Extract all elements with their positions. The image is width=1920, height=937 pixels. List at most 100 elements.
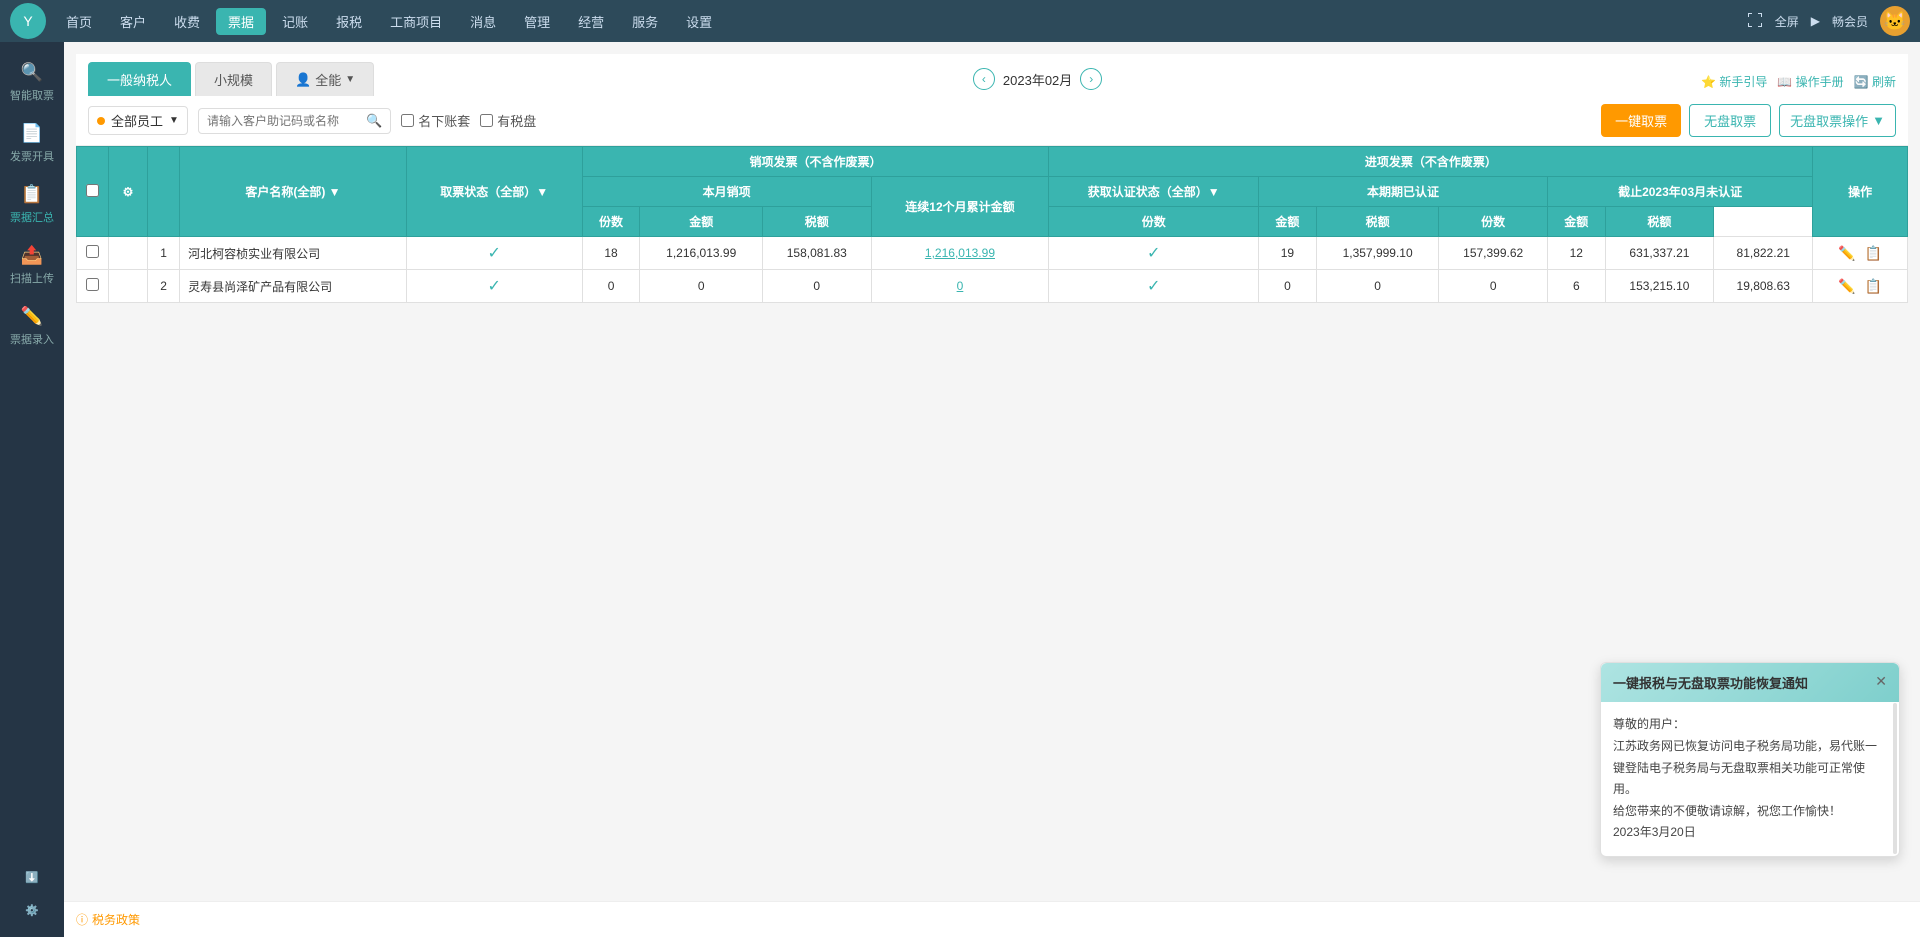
settings-icon: ⚙️ [25, 904, 39, 917]
th-sales-amount: 金额 [640, 207, 763, 237]
sidebar-item-label-invoice-entry: 票据录入 [10, 331, 54, 347]
filter-actions: 一键取票 无盘取票 无盘取票操作 ▼ [1601, 104, 1896, 137]
row-purchase-amount: 0 [1316, 270, 1439, 303]
notification-close-btn[interactable]: ✕ [1875, 673, 1887, 690]
one-key-ticket-btn[interactable]: 一键取票 [1601, 104, 1681, 137]
fullscreen-label: 全屏 [1775, 13, 1799, 30]
nav-tax[interactable]: 报税 [324, 8, 374, 35]
row-checkbox [77, 237, 109, 270]
sidebar-item-label-scan-upload: 扫描上传 [10, 270, 54, 286]
nav-message[interactable]: 消息 [458, 8, 508, 35]
row-cert-status: ✓ [1049, 237, 1259, 270]
notification-popup: 一键报税与无盘取票功能恢复通知 ✕ 尊敬的用户：江苏政务网已恢复访问电子税务局功… [1600, 662, 1900, 857]
chevron-down-icon: ▼ [345, 74, 355, 85]
row-cumulative12: 1,216,013.99 [871, 237, 1049, 270]
nav-fee[interactable]: 收费 [162, 8, 212, 35]
tab-small-scale[interactable]: 小规模 [195, 62, 272, 96]
month-next-btn[interactable]: › [1080, 68, 1102, 90]
tax-disk-checkbox-item: 有税盘 [480, 111, 536, 130]
nav-operation[interactable]: 经营 [566, 8, 616, 35]
nav-manage[interactable]: 管理 [512, 8, 562, 35]
sidebar-item-label-invoice-summary: 票据汇总 [10, 209, 54, 225]
info-icon: ⓘ [76, 911, 88, 928]
row-action: ✏️ 📋 [1813, 237, 1908, 270]
view-icon[interactable]: 📋 [1865, 278, 1882, 294]
tab-general-taxpayer[interactable]: 一般纳税人 [88, 62, 191, 96]
row-index: 1 [148, 237, 180, 270]
table-row: 1 河北柯容桢实业有限公司 ✓ 18 1,216,013.99 158,081.… [77, 237, 1908, 270]
account-checkbox-item: 名下账套 [401, 111, 470, 130]
notification-header: 一键报税与无盘取票功能恢复通知 ✕ [1601, 663, 1899, 702]
member-label[interactable]: 畅会员 [1832, 13, 1868, 30]
row-cert-status: ✓ [1049, 270, 1259, 303]
diskless-ticket-dropdown-btn[interactable]: 无盘取票操作 ▼ [1779, 104, 1896, 137]
row-select-checkbox[interactable] [86, 278, 99, 291]
row-action: ✏️ 📋 [1813, 270, 1908, 303]
edit-icon[interactable]: ✏️ [1838, 245, 1855, 261]
nav-home[interactable]: 首页 [54, 8, 104, 35]
sidebar-download[interactable]: ⬇️ [21, 861, 43, 894]
nav-settings[interactable]: 设置 [674, 8, 724, 35]
refresh-link[interactable]: 🔄 刷新 [1854, 73, 1896, 90]
sidebar-item-invoice-open[interactable]: 📄 发票开具 [0, 113, 64, 174]
tab-all-round-icon: 👤 [295, 72, 311, 88]
select-all-checkbox[interactable] [86, 184, 99, 197]
tax-disk-checkbox[interactable] [480, 114, 493, 127]
th-sales-group: 销项发票（不含作废票） [582, 147, 1049, 177]
month-prev-btn[interactable]: ‹ [973, 68, 995, 90]
tab-all-round[interactable]: 👤 全能 ▼ [276, 62, 374, 96]
row-uncert-tax: 19,808.63 [1714, 270, 1813, 303]
nav-business[interactable]: 工商项目 [378, 8, 454, 35]
th-checkbox [77, 147, 109, 237]
nav-service[interactable]: 服务 [620, 8, 670, 35]
row-uncert-tax: 81,822.21 [1714, 237, 1813, 270]
tax-policy-link[interactable]: ⓘ 税务政策 [76, 911, 140, 928]
smart-ticket-icon: 🔍 [21, 62, 43, 83]
edit-icon[interactable]: ✏️ [1838, 278, 1855, 294]
nav-bookkeeping[interactable]: 记账 [270, 8, 320, 35]
notification-body: 尊敬的用户：江苏政务网已恢复访问电子税务局功能，易代账一键登陆电子税务局与无盘取… [1601, 702, 1899, 856]
th-pickup-status[interactable]: 取票状态（全部）▼ [406, 147, 582, 237]
row-pickup-status: ✓ [406, 270, 582, 303]
sidebar-item-smart-ticket[interactable]: 🔍 智能取票 [0, 52, 64, 113]
th-purchase-current: 本期期已认证 [1259, 177, 1548, 207]
download-icon: ⬇️ [25, 871, 39, 884]
th-cert-status[interactable]: 获取认证状态（全部）▼ [1049, 177, 1259, 207]
manual-link[interactable]: 📖 操作手册 [1777, 73, 1843, 90]
invoice-table-wrapper: ⚙ 客户名称(全部) ▼ 取票状态（全部）▼ 销项发票（不含作废票） [76, 146, 1908, 303]
search-input[interactable] [207, 114, 362, 128]
invoice-summary-icon: 📋 [21, 184, 43, 205]
th-sales-count: 份数 [582, 207, 640, 237]
notification-title: 一键报税与无盘取票功能恢复通知 [1613, 673, 1808, 692]
month-nav: ‹ 2023年02月 › [973, 68, 1102, 96]
th-customer-name[interactable]: 客户名称(全部) ▼ [180, 147, 407, 237]
sidebar-settings[interactable]: ⚙️ [21, 894, 43, 927]
dropdown-chevron-icon: ▼ [1872, 113, 1885, 128]
row-purchase-count: 0 [1259, 270, 1317, 303]
invoice-table: ⚙ 客户名称(全部) ▼ 取票状态（全部）▼ 销项发票（不含作废票） [76, 146, 1908, 303]
avatar[interactable]: 🐱 [1880, 6, 1910, 36]
search-box: 🔍 [198, 108, 391, 134]
th-monthly-sales: 本月销项 [582, 177, 871, 207]
sidebar-item-invoice-summary[interactable]: 📋 票据汇总 [0, 174, 64, 235]
th-purchase-group: 进项发票（不含作废票） [1049, 147, 1813, 177]
th-uncert-tax: 税额 [1605, 207, 1714, 237]
scan-upload-icon: 📤 [21, 245, 43, 266]
row-select-checkbox[interactable] [86, 245, 99, 258]
new-guide-link[interactable]: ⭐ 新手引导 [1701, 73, 1767, 90]
nav-ticket[interactable]: 票据 [216, 8, 266, 35]
sidebar-item-scan-upload[interactable]: 📤 扫描上传 [0, 235, 64, 296]
fullscreen-btn[interactable] [1747, 12, 1763, 31]
th-sales-tax: 税额 [763, 207, 872, 237]
sidebar-item-invoice-entry[interactable]: ✏️ 票据录入 [0, 296, 64, 357]
diskless-ticket-btn[interactable]: 无盘取票 [1689, 104, 1771, 137]
account-checkbox[interactable] [401, 114, 414, 127]
row-cumulative12: 0 [871, 270, 1049, 303]
tax-disk-checkbox-label: 有税盘 [497, 111, 536, 130]
search-icon[interactable]: 🔍 [366, 113, 382, 129]
nav-customer[interactable]: 客户 [108, 8, 158, 35]
app-logo: Y [10, 3, 46, 39]
tabs-right: ⭐ 新手引导 📖 操作手册 🔄 刷新 [1701, 73, 1896, 96]
view-icon[interactable]: 📋 [1865, 245, 1882, 261]
employee-select[interactable]: 全部员工 ▼ [88, 106, 188, 135]
